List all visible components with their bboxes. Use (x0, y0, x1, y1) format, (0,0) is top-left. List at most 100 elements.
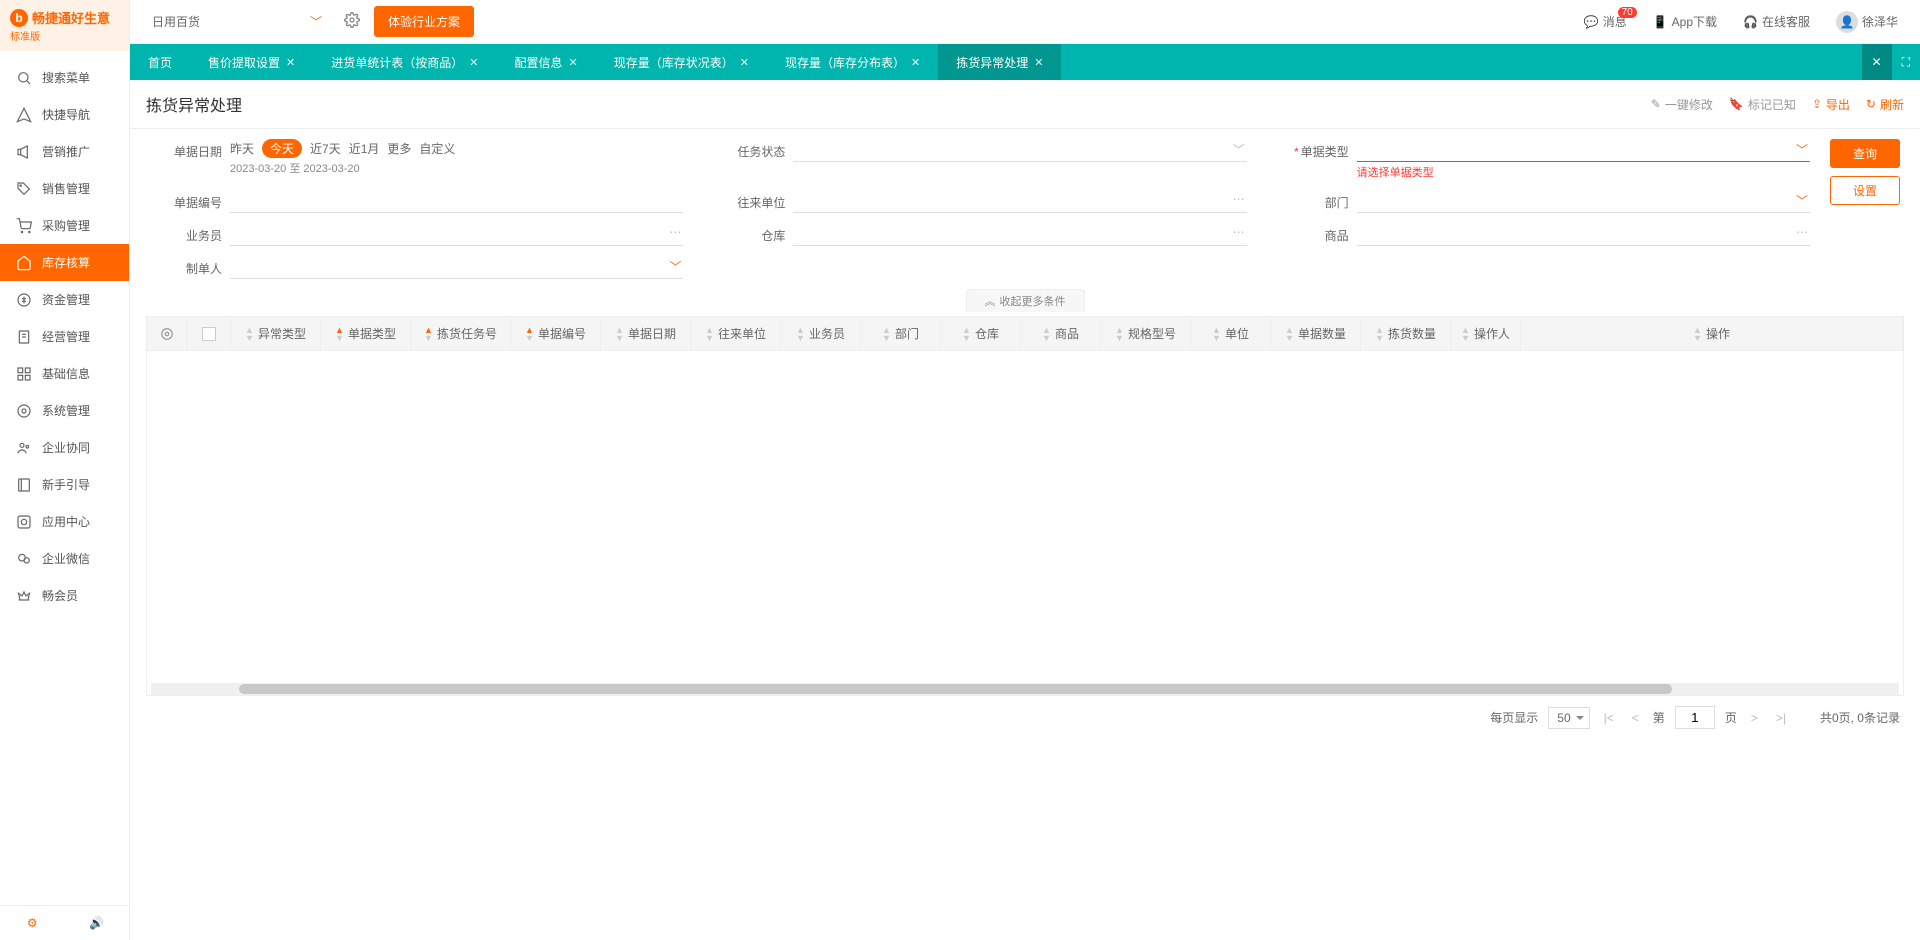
tab-6[interactable]: 拣货异常处理✕ (938, 44, 1061, 80)
per-page-select[interactable]: 50 (1548, 707, 1589, 729)
creator-select[interactable] (230, 256, 683, 279)
warehouse-input[interactable] (793, 223, 1246, 246)
chevron-down-icon[interactable]: ﹀ (1233, 141, 1245, 158)
date-tag-5[interactable]: 自定义 (419, 140, 455, 157)
sidebar-item-team[interactable]: 企业协同 (0, 429, 129, 466)
partner-input[interactable] (793, 190, 1246, 213)
tab-label: 首页 (148, 54, 172, 71)
sidebar-item-vip[interactable]: 畅会员 (0, 577, 129, 614)
last-page-button[interactable]: >| (1772, 711, 1790, 725)
more-icon[interactable]: ⋯ (1233, 225, 1245, 239)
select-all-checkbox[interactable] (187, 317, 231, 350)
store-selector[interactable]: 日用百货 ﹀ (144, 9, 330, 34)
task-status-select[interactable] (793, 139, 1246, 162)
horizontal-scrollbar[interactable] (151, 683, 1899, 695)
column-header[interactable]: ▲▼单位 (1191, 317, 1271, 350)
column-header[interactable]: ▲▼异常类型 (231, 317, 321, 350)
salesman-input[interactable] (230, 223, 683, 246)
close-icon[interactable]: ✕ (569, 56, 578, 69)
online-service-button[interactable]: 🎧 在线客服 (1735, 13, 1818, 30)
column-header[interactable]: ▲▼操作 (1521, 317, 1903, 350)
date-tag-2[interactable]: 近7天 (310, 140, 341, 157)
column-header[interactable]: ▲▼拣货任务号 (411, 317, 511, 350)
more-icon[interactable]: ⋯ (1796, 225, 1808, 239)
tab-5[interactable]: 现存量（库存分布表）✕ (767, 44, 938, 80)
topbar-settings-button[interactable] (340, 8, 364, 35)
close-icon[interactable]: ✕ (911, 56, 920, 69)
tab-4[interactable]: 现存量（库存状况表） ✕ (596, 44, 767, 80)
sidebar-settings-button[interactable]: ⚙ (0, 906, 65, 940)
sidebar-item-gear[interactable]: 系统管理 (0, 392, 129, 429)
close-icon[interactable]: ✕ (740, 56, 749, 69)
sidebar-item-tag[interactable]: 销售管理 (0, 170, 129, 207)
chevron-down-icon[interactable]: ﹀ (1796, 192, 1808, 209)
column-header[interactable]: ▲▼部门 (861, 317, 941, 350)
close-icon[interactable]: ✕ (1034, 56, 1043, 69)
chevron-down-icon[interactable]: ﹀ (669, 258, 681, 275)
sidebar-item-book[interactable]: 新手引导 (0, 466, 129, 503)
messages-button[interactable]: 💬 消息 70 (1576, 13, 1635, 30)
sidebar-item-doc[interactable]: 经营管理 (0, 318, 129, 355)
next-page-button[interactable]: > (1747, 711, 1762, 725)
filter-bill-type: *单据类型 ﹀ 请选择单据类型 (1277, 139, 1810, 180)
export-button[interactable]: ⇪ 导出 (1812, 96, 1850, 113)
dept-select[interactable] (1357, 190, 1810, 213)
column-header[interactable]: ▲▼业务员 (781, 317, 861, 350)
column-header[interactable]: ▲▼拣货数量 (1361, 317, 1451, 350)
date-tag-3[interactable]: 近1月 (349, 140, 380, 157)
tab-label: 现存量（库存状况表） (614, 54, 734, 71)
experience-plan-button[interactable]: 体验行业方案 (374, 6, 474, 37)
sidebar-item-label: 企业微信 (42, 550, 90, 567)
table-settings-button[interactable] (147, 317, 187, 350)
sidebar-item-compass[interactable]: 快捷导航 (0, 96, 129, 133)
column-header[interactable]: ▲▼单据日期 (601, 317, 691, 350)
tab-2[interactable]: 进货单统计表（按商品）✕ (313, 44, 496, 80)
batch-edit-button[interactable]: ✎ 一键修改 (1651, 96, 1713, 113)
home-icon (16, 255, 32, 271)
first-page-button[interactable]: |< (1600, 711, 1618, 725)
sidebar-collapse-button[interactable]: 🔊 (65, 906, 130, 940)
mark-known-button[interactable]: 🔖 标记已知 (1729, 96, 1796, 113)
bill-no-input[interactable] (230, 190, 683, 213)
close-icon[interactable]: ✕ (286, 56, 295, 69)
app-download-button[interactable]: 📱 App下载 (1645, 13, 1725, 30)
product-input[interactable] (1357, 223, 1810, 246)
date-tag-4[interactable]: 更多 (387, 140, 411, 157)
more-icon[interactable]: ⋯ (1233, 192, 1245, 206)
tabs-close-all-button[interactable]: ✕ (1862, 44, 1892, 80)
tab-1[interactable]: 售价提取设置✕ (190, 44, 313, 80)
column-header[interactable]: ▲▼规格型号 (1101, 317, 1191, 350)
bill-type-select[interactable] (1357, 139, 1810, 162)
sidebar-item-app[interactable]: 应用中心 (0, 503, 129, 540)
sidebar-item-money[interactable]: 资金管理 (0, 281, 129, 318)
collapse-filters-button[interactable]: ︽ 收起更多条件 (966, 289, 1085, 312)
tab-3[interactable]: 配置信息✕ (496, 44, 595, 80)
user-menu[interactable]: 👤 徐泽华 (1828, 11, 1906, 33)
tab-0[interactable]: 首页 (130, 44, 190, 80)
column-header[interactable]: ▲▼操作人 (1451, 317, 1521, 350)
sidebar-item-cart[interactable]: 采购管理 (0, 207, 129, 244)
prev-page-button[interactable]: < (1628, 711, 1643, 725)
sidebar-item-home[interactable]: 库存核算 (0, 244, 129, 281)
chevron-down-icon[interactable]: ﹀ (1796, 141, 1808, 158)
app-icon (16, 514, 32, 530)
column-header[interactable]: ▲▼单据编号 (511, 317, 601, 350)
sidebar-item-grid[interactable]: 基础信息 (0, 355, 129, 392)
query-button[interactable]: 查询 (1830, 139, 1900, 168)
sidebar-item-search[interactable]: 搜索菜单 (0, 59, 129, 96)
sidebar-item-wechat[interactable]: 企业微信 (0, 540, 129, 577)
column-header[interactable]: ▲▼单据数量 (1271, 317, 1361, 350)
column-header[interactable]: ▲▼仓库 (941, 317, 1021, 350)
more-icon[interactable]: ⋯ (669, 225, 681, 239)
column-header[interactable]: ▲▼往来单位 (691, 317, 781, 350)
page-input[interactable] (1675, 706, 1715, 729)
date-tag-0[interactable]: 昨天 (230, 140, 254, 157)
tabs-fullscreen-button[interactable]: ⛶ (1892, 44, 1920, 80)
column-header[interactable]: ▲▼单据类型 (321, 317, 411, 350)
close-icon[interactable]: ✕ (469, 56, 478, 69)
column-header[interactable]: ▲▼商品 (1021, 317, 1101, 350)
refresh-button[interactable]: ↻ 刷新 (1866, 96, 1904, 113)
date-tag-1[interactable]: 今天 (262, 139, 302, 158)
sidebar-item-megaphone[interactable]: 营销推广 (0, 133, 129, 170)
filter-settings-button[interactable]: 设置 (1830, 176, 1900, 205)
